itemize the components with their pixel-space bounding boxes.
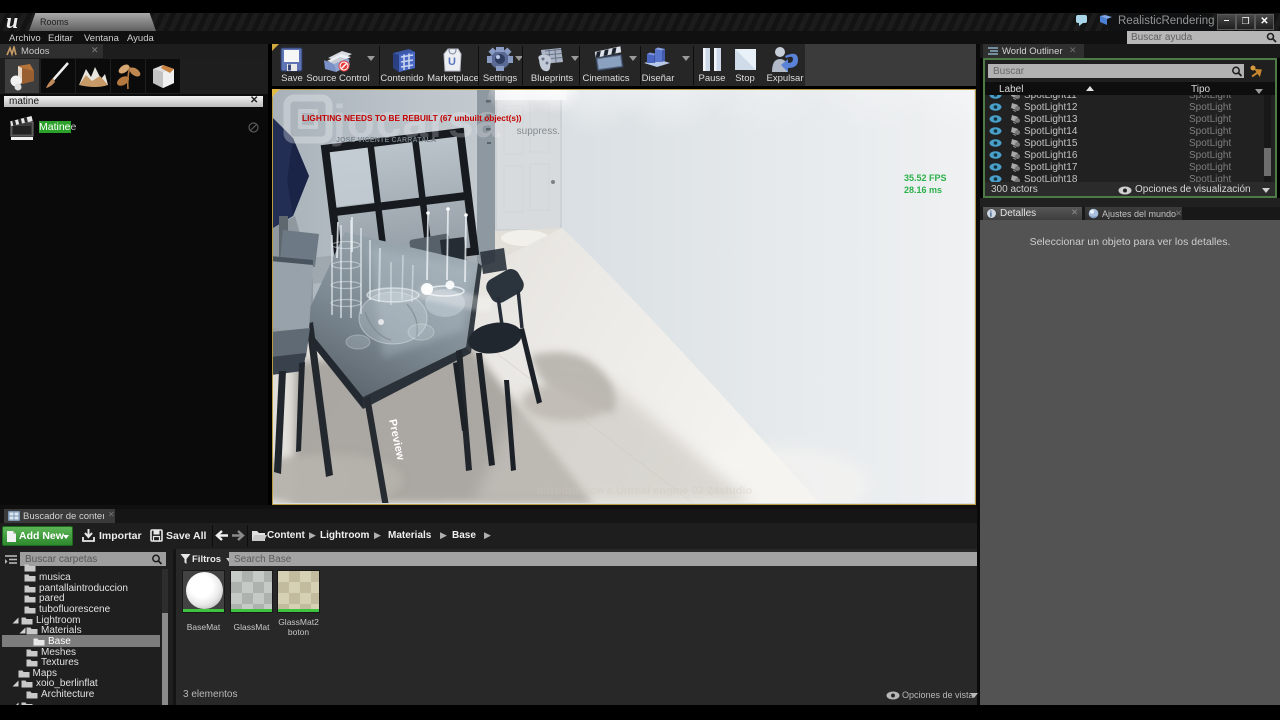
svg-text:U: U <box>448 56 456 68</box>
svg-text:suppress.: suppress. <box>517 126 560 137</box>
svg-text:28.16 ms: 28.16 ms <box>904 185 942 195</box>
svg-text:35.52 FPS: 35.52 FPS <box>904 173 947 183</box>
svg-text:JOSE VICENTE CARRATALA: JOSE VICENTE CARRATALA <box>336 137 436 144</box>
svg-text:u: u <box>6 10 18 32</box>
svg-text:LIGHTING NEEDS TO BE REBUILT (: LIGHTING NEEDS TO BE REBUILT (67 unbuilt… <box>302 113 522 123</box>
svg-text:Introduccion a Unreal engine 0: Introduccion a Unreal engine 02 24studio <box>537 485 752 497</box>
